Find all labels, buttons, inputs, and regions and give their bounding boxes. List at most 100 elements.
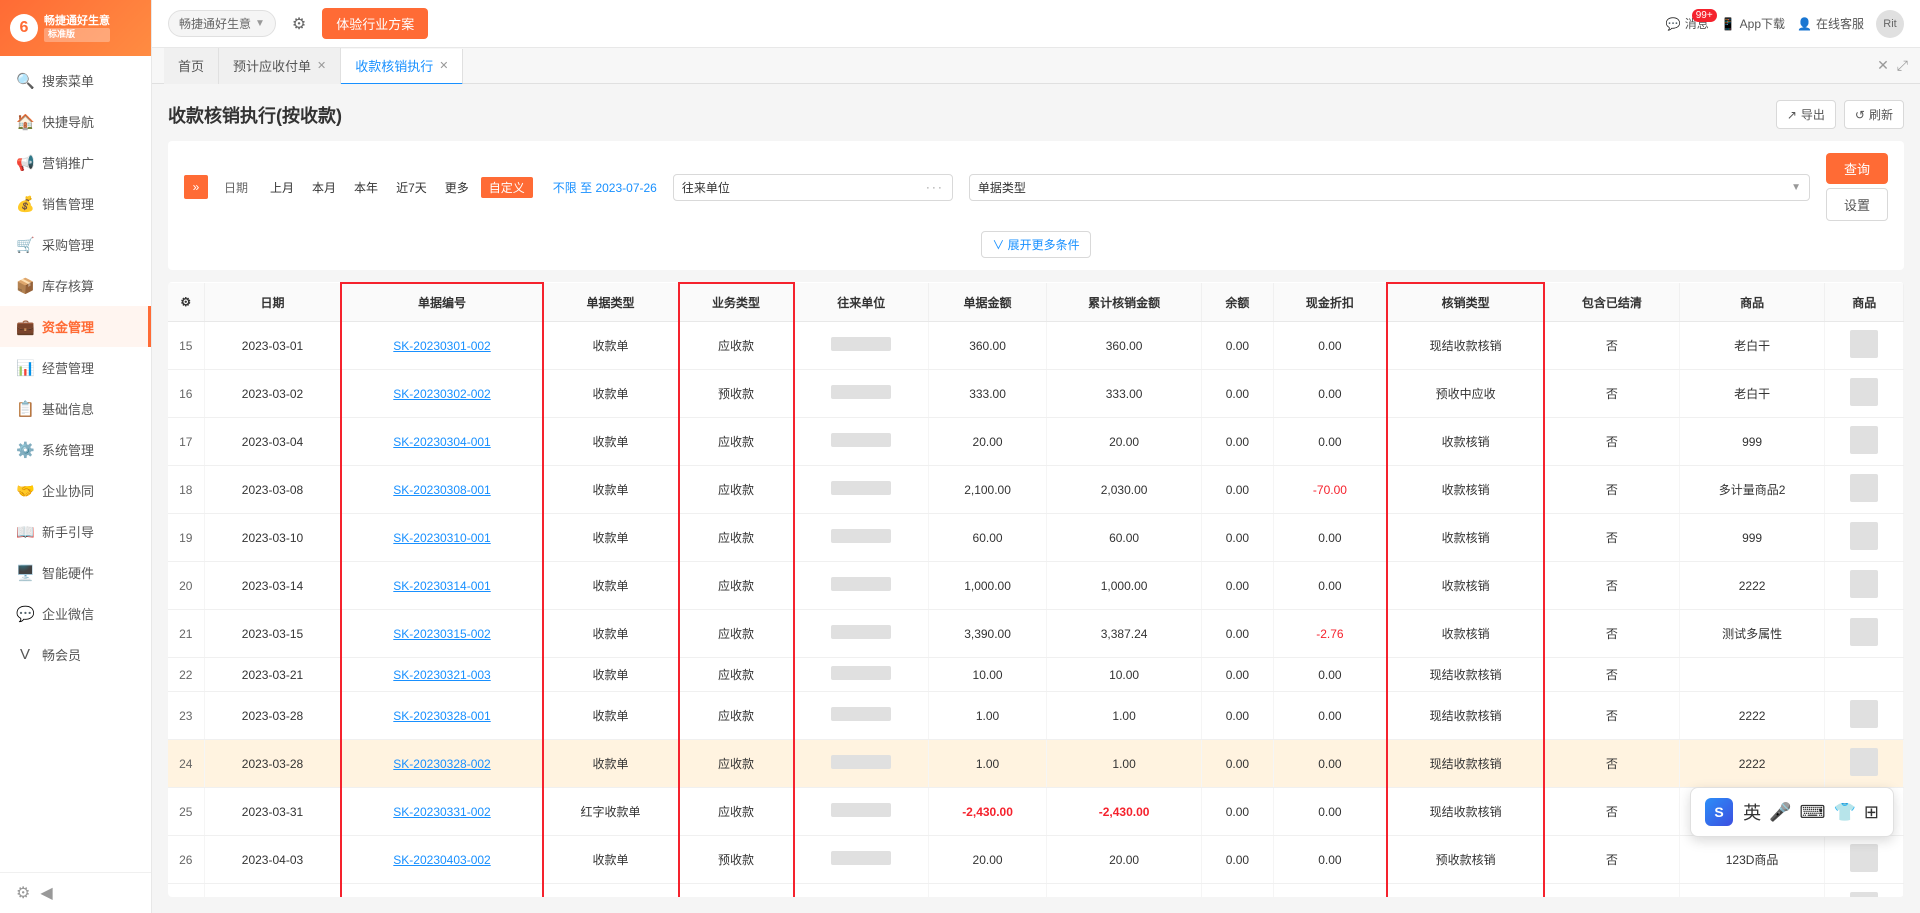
sidebar-item-enterprise[interactable]: 🤝企业协同	[0, 470, 151, 511]
cell-total-write-off: -2,430.00	[1047, 788, 1202, 836]
sidebar-item-guide[interactable]: 📖新手引导	[0, 511, 151, 552]
custom-date-btn[interactable]: 自定义	[481, 177, 533, 198]
cell-total-write-off: 10.00	[1047, 658, 1202, 692]
popup-mic-icon[interactable]: 🎤	[1769, 802, 1791, 823]
sidebar-item-finance[interactable]: 💼资金管理	[0, 306, 151, 347]
cell-cash-discount: 0.00	[1273, 884, 1387, 898]
popup-grid-icon[interactable]: ⊞	[1864, 802, 1879, 823]
sidebar-item-search[interactable]: 🔍搜索菜单	[0, 60, 151, 101]
cell-doc-no: SK-20230328-001	[341, 692, 542, 740]
tab-ar-close-icon[interactable]: ✕	[317, 59, 326, 72]
sidebar-item-wechat[interactable]: 💬企业微信	[0, 593, 151, 634]
tab-collection-close-icon[interactable]: ✕	[439, 59, 448, 72]
query-btn[interactable]: 查询	[1826, 153, 1888, 184]
online-service-btn[interactable]: 👤 在线客服	[1797, 15, 1864, 32]
doc-no-link[interactable]: SK-20230331-002	[393, 805, 490, 819]
this-month-btn[interactable]: 本月	[306, 177, 342, 198]
sidebar-item-inventory[interactable]: 📦库存核算	[0, 265, 151, 306]
table-row: 21 2023-03-15 SK-20230315-002 收款单 应收款 3,…	[168, 610, 1904, 658]
brand-pill[interactable]: 畅捷通好生意 ▼	[168, 10, 276, 37]
cell-goods-1: 老白干	[1679, 370, 1825, 418]
doc-no-link[interactable]: SK-20230328-002	[393, 757, 490, 771]
filter-dots-icon: ···	[926, 180, 944, 194]
app-download-btn[interactable]: 📱 App下载	[1721, 15, 1785, 32]
th-include-settled: 包含已结清	[1544, 283, 1679, 322]
last-7-days-btn[interactable]: 近7天	[390, 177, 433, 198]
cell-goods-2	[1825, 562, 1904, 610]
cell-num: 26	[168, 836, 204, 884]
cell-goods-1: 2222	[1679, 740, 1825, 788]
this-year-btn[interactable]: 本年	[348, 177, 384, 198]
counterparty-input[interactable]: 往来单位 ···	[673, 174, 953, 201]
popup-text-icon[interactable]: 英	[1743, 799, 1761, 825]
export-btn[interactable]: ↗ 导出	[1776, 100, 1836, 129]
sidebar-label-finance: 资金管理	[42, 317, 94, 336]
th-doc-no: 单据编号	[341, 283, 542, 322]
cell-include-settled: 否	[1544, 418, 1679, 466]
filter-collapse-btn[interactable]: »	[184, 175, 208, 199]
popup-skin-icon[interactable]: 👕	[1833, 802, 1855, 823]
cell-biz-type: 应收款	[679, 692, 794, 740]
doc-no-link[interactable]: SK-20230328-001	[393, 709, 490, 723]
sidebar-item-operations[interactable]: 📊经营管理	[0, 347, 151, 388]
last-month-btn[interactable]: 上月	[264, 177, 300, 198]
doc-no-link[interactable]: SK-20230301-002	[393, 339, 490, 353]
cell-goods-2	[1825, 466, 1904, 514]
cell-write-off-type: 现结收款核销	[1387, 740, 1544, 788]
cell-include-settled: 否	[1544, 692, 1679, 740]
sidebar-item-purchase[interactable]: 🛒采购管理	[0, 224, 151, 265]
sidebar-label-basic: 基础信息	[42, 399, 94, 418]
logo-badge: 标准版	[44, 28, 110, 42]
th-write-off-type: 核销类型	[1387, 283, 1544, 322]
cell-num: 16	[168, 370, 204, 418]
industry-btn[interactable]: 体验行业方案	[322, 8, 428, 39]
sidebar-item-hardware[interactable]: 🖥️智能硬件	[0, 552, 151, 593]
cell-date: 2023-03-28	[204, 740, 341, 788]
filter-settings-btn[interactable]: 设置	[1826, 188, 1888, 221]
settings-gear-icon[interactable]: ⚙	[288, 10, 310, 38]
sidebar-label-wechat: 企业微信	[42, 604, 94, 623]
cell-cash-discount: 0.00	[1273, 692, 1387, 740]
cell-cash-discount: -70.00	[1273, 466, 1387, 514]
doc-no-link[interactable]: SK-20230314-001	[393, 579, 490, 593]
page-header: 收款核销执行(按收款) ↗ 导出 ↺ 刷新	[168, 100, 1904, 129]
select-arrow-icon: ▼	[1791, 182, 1801, 193]
doc-no-link[interactable]: SK-20230304-001	[393, 435, 490, 449]
message-btn[interactable]: 💬 消息 99+	[1666, 15, 1709, 32]
sidebar-item-member[interactable]: V畅会员	[0, 634, 151, 675]
cell-biz-type: 应收款	[679, 658, 794, 692]
table-row: 15 2023-03-01 SK-20230301-002 收款单 应收款 36…	[168, 322, 1904, 370]
sidebar-item-marketing[interactable]: 📢营销推广	[0, 142, 151, 183]
tab-ar[interactable]: 预计应收付单 ✕	[219, 48, 341, 84]
th-balance: 余额	[1202, 283, 1273, 322]
tab-collection[interactable]: 收款核销执行 ✕	[341, 49, 463, 85]
tab-expand-icon[interactable]: ⤢	[1897, 57, 1908, 74]
collapse-icon[interactable]: ◀	[40, 883, 52, 903]
th-settings[interactable]: ⚙	[168, 283, 204, 322]
expand-more-btn[interactable]: ∨ 展开更多条件	[981, 231, 1090, 258]
doc-no-link[interactable]: SK-20230302-002	[393, 387, 490, 401]
settings-bottom-icon[interactable]: ⚙	[16, 883, 30, 903]
cell-goods-2	[1825, 692, 1904, 740]
sidebar-item-basic[interactable]: 📋基础信息	[0, 388, 151, 429]
doc-no-link[interactable]: SK-20230308-001	[393, 483, 490, 497]
doc-no-link[interactable]: SK-20230321-003	[393, 668, 490, 682]
sidebar-label-purchase: 采购管理	[42, 235, 94, 254]
cell-total-write-off: 2,030.00	[1047, 466, 1202, 514]
popup-keyboard-icon[interactable]: ⌨	[1800, 802, 1826, 823]
sidebar-item-sales[interactable]: 💰销售管理	[0, 183, 151, 224]
sidebar-item-quick[interactable]: 🏠快捷导航	[0, 101, 151, 142]
tab-home[interactable]: 首页	[164, 48, 219, 84]
tab-close-all-icon[interactable]: ✕	[1877, 57, 1889, 74]
enterprise-icon: 🤝	[16, 482, 34, 500]
doc-no-link[interactable]: SK-20230310-001	[393, 531, 490, 545]
doc-no-link[interactable]: SK-20230315-002	[393, 627, 490, 641]
doc-no-link[interactable]: SK-20230403-002	[393, 853, 490, 867]
cell-goods-1: 2222	[1679, 562, 1825, 610]
document-type-select[interactable]: 单据类型 ▼	[969, 174, 1810, 201]
cell-include-settled: 否	[1544, 884, 1679, 898]
refresh-btn[interactable]: ↺ 刷新	[1844, 100, 1904, 129]
more-date-btn[interactable]: 更多	[439, 177, 475, 198]
user-avatar[interactable]: Rit	[1876, 10, 1904, 38]
sidebar-item-system[interactable]: ⚙️系统管理	[0, 429, 151, 470]
